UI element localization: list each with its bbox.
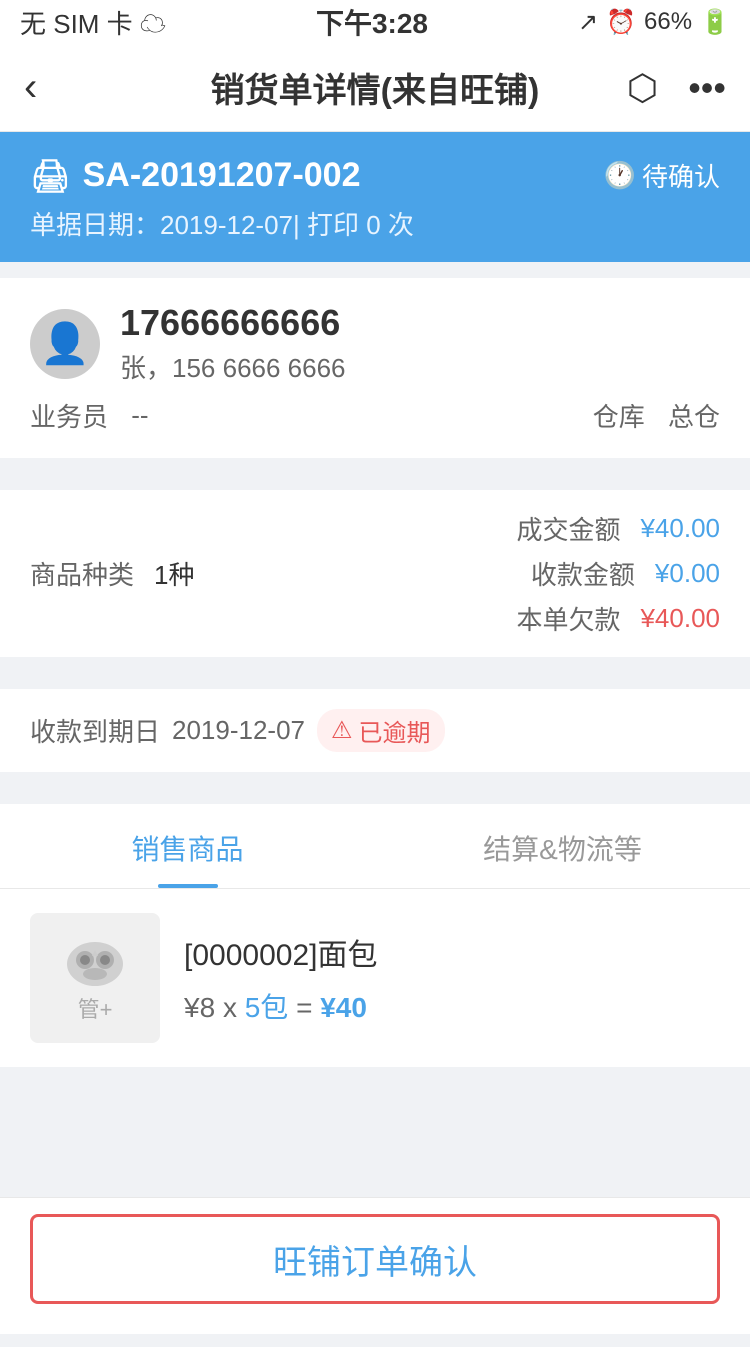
plus-text: 管+ — [78, 992, 113, 1024]
customer-info-row: 业务员 -- 仓库 总仓 — [30, 397, 720, 434]
clock-icon: 🕐 — [604, 160, 636, 191]
amount-row: 成交金额 ¥40.00 — [516, 510, 720, 547]
due-date-label: 收款到期日 — [30, 712, 160, 749]
header-top-row: 🖨 SA-20191207-002 🕐 待确认 — [30, 156, 720, 195]
nav-bar: ‹ 销货单详情(来自旺铺) ⬡ ••• — [0, 44, 750, 132]
overdue-text: 已逾期 — [359, 713, 431, 748]
due-date-card: 收款到期日 2019-12-07 ⚠ 已逾期 — [0, 689, 750, 772]
warehouse-label: 仓库 — [593, 397, 645, 434]
bottom-bar: 旺铺订单确认 — [0, 1197, 750, 1334]
location-icon: ↗ — [578, 8, 598, 37]
customer-sub: 张，156 6666 6666 — [120, 348, 346, 385]
sales-info: 业务员 -- — [30, 397, 149, 434]
share-icon[interactable]: ⬡ — [627, 67, 658, 109]
status-bar: 无 SIM 卡 ☁ 下午3:28 ↗ ⏰ 66% 🔋 — [0, 0, 750, 44]
tab-sales-product[interactable]: 销售商品 — [0, 804, 375, 888]
customer-card: 👤 17666666666 张，156 6666 6666 业务员 -- 仓库 … — [0, 278, 750, 458]
summary-card: 商品种类 1种 成交金额 ¥40.00 收款金额 ¥0.00 本单欠款 ¥40.… — [0, 490, 750, 657]
amount-label: 成交金额 — [516, 510, 620, 547]
products-section: 管+ [0000002]面包 ¥8 x 5包 = ¥40 — [0, 889, 750, 1067]
order-number: 🖨 SA-20191207-002 — [30, 156, 361, 195]
confirm-order-button[interactable]: 旺铺订单确认 — [30, 1214, 720, 1304]
sales-label: 业务员 — [30, 397, 108, 434]
customer-phone: 17666666666 — [120, 302, 346, 344]
page-title: 销货单详情(来自旺铺) — [211, 63, 540, 112]
product-thumb-inner: 管+ — [30, 913, 160, 1043]
battery-status: 66% — [644, 8, 692, 36]
status-left: 无 SIM 卡 ☁ — [20, 4, 166, 41]
sim-status: 无 SIM 卡 ☁ — [20, 4, 166, 41]
multiply-sign: x — [223, 992, 245, 1023]
summary-left: 商品种类 1种 — [30, 510, 516, 637]
order-header-card: 🖨 SA-20191207-002 🕐 待确认 单据日期：2019-12-07|… — [0, 132, 750, 262]
status-time: 下午3:28 — [316, 2, 428, 42]
avatar-icon: 👤 — [40, 320, 90, 367]
order-printer-icon: 🖨 — [30, 157, 71, 195]
unit-price: ¥8 — [184, 992, 215, 1023]
category-value: 1种 — [154, 555, 194, 592]
product-info: [0000002]面包 ¥8 x 5包 = ¥40 — [184, 930, 720, 1026]
received-value: ¥0.00 — [655, 558, 720, 589]
amount-value: ¥40.00 — [640, 513, 720, 544]
divider-3 — [0, 673, 750, 689]
customer-info: 17666666666 张，156 6666 6666 — [120, 302, 346, 385]
order-status-badge: 🕐 待确认 — [604, 157, 720, 194]
divider-1 — [0, 262, 750, 278]
warehouse-info: 仓库 总仓 — [593, 397, 720, 434]
order-date: 单据日期：2019-12-07| 打印 0 次 — [30, 205, 720, 242]
battery-icon: 🔋 — [700, 8, 730, 37]
equals-sign: = — [296, 992, 320, 1023]
product-qty: 5包 — [245, 992, 289, 1023]
divider-2 — [0, 474, 750, 490]
status-right: ↗ ⏰ 66% 🔋 — [578, 8, 730, 37]
warehouse-value: 总仓 — [668, 397, 720, 434]
product-price: ¥8 x 5包 = ¥40 — [184, 986, 720, 1026]
avatar: 👤 — [30, 309, 100, 379]
tab-settlement[interactable]: 结算&物流等 — [375, 804, 750, 888]
summary-right: 成交金额 ¥40.00 收款金额 ¥0.00 本单欠款 ¥40.00 — [516, 510, 720, 637]
sales-value: -- — [131, 400, 148, 431]
product-total: ¥40 — [320, 992, 367, 1023]
received-label: 收款金额 — [531, 555, 635, 592]
category-label: 商品种类 — [30, 555, 134, 592]
customer-row: 👤 17666666666 张，156 6666 6666 — [30, 302, 720, 385]
alarm-icon: ⏰ — [606, 8, 636, 37]
back-button[interactable]: ‹ — [24, 65, 84, 110]
more-icon[interactable]: ••• — [688, 67, 726, 109]
due-date-value: 2019-12-07 — [172, 715, 305, 746]
due-value: ¥40.00 — [640, 603, 720, 634]
nav-actions: ⬡ ••• — [627, 67, 726, 109]
overdue-badge: ⚠ 已逾期 — [317, 709, 445, 752]
received-row: 收款金额 ¥0.00 — [531, 555, 720, 592]
due-label: 本单欠款 — [516, 600, 620, 637]
product-item: 管+ [0000002]面包 ¥8 x 5包 = ¥40 — [0, 889, 750, 1067]
product-thumbnail: 管+ — [30, 913, 160, 1043]
overdue-icon: ⚠ — [331, 716, 353, 745]
divider-4 — [0, 788, 750, 804]
product-name: [0000002]面包 — [184, 930, 720, 974]
owl-logo-icon — [60, 932, 130, 992]
tabs-bar: 销售商品 结算&物流等 — [0, 804, 750, 889]
due-row: 本单欠款 ¥40.00 — [516, 600, 720, 637]
